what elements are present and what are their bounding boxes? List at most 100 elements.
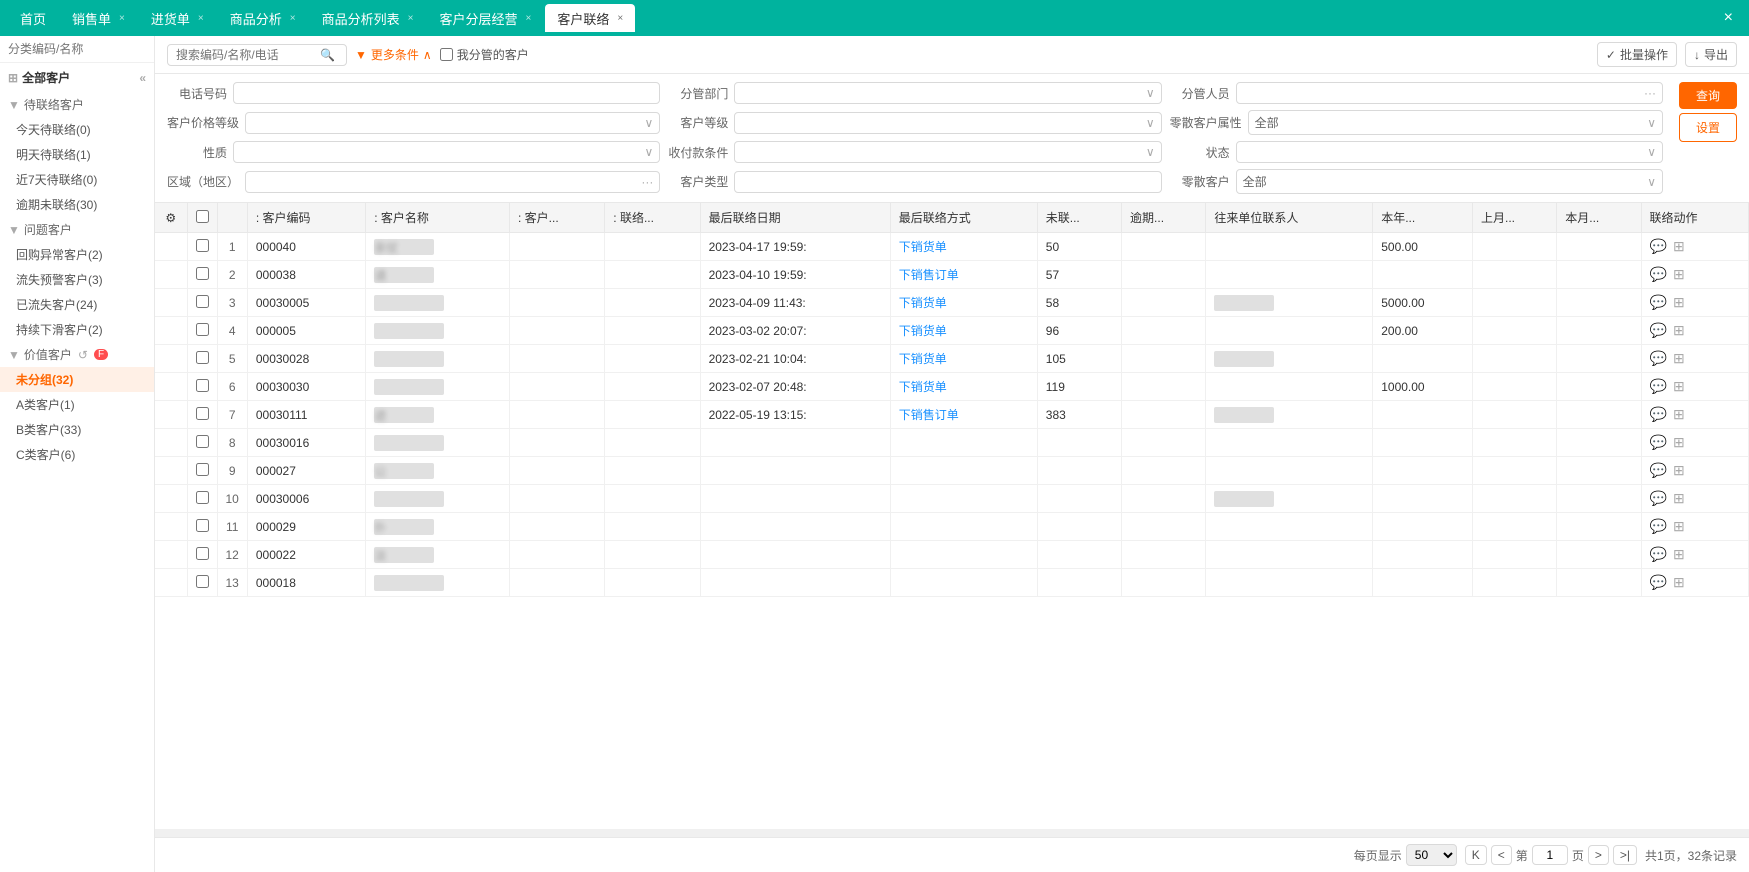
grid-icon[interactable]: ⊞ — [1673, 434, 1685, 451]
nav-tab-首页[interactable]: 首页 — [8, 4, 58, 32]
close-tab-icon[interactable]: × — [119, 13, 125, 24]
sidebar-search-input[interactable] — [8, 42, 155, 56]
grid-icon[interactable]: ⊞ — [1673, 406, 1685, 423]
filter-search-icon[interactable]: 🔍 — [320, 48, 335, 62]
grid-icon[interactable]: ⊞ — [1673, 462, 1685, 479]
nav-tab-客户联络[interactable]: 客户联络 × — [545, 4, 635, 32]
sidebar-pending-item[interactable]: 今天待联络(0) — [0, 117, 154, 142]
filter-search-box[interactable]: 🔍 — [167, 44, 347, 66]
grid-icon[interactable]: ⊞ — [1673, 322, 1685, 339]
nav-tab-销售单[interactable]: 销售单 × — [60, 4, 137, 32]
last-method-link[interactable]: 下销货单 — [899, 324, 947, 338]
prev-page-btn[interactable]: < — [1491, 845, 1512, 865]
payment-select[interactable]: ∨ — [734, 141, 1161, 163]
col-checkbox[interactable] — [187, 203, 217, 233]
grid-icon[interactable]: ⊞ — [1673, 378, 1685, 395]
row-checkbox[interactable] — [196, 379, 209, 392]
chat-icon[interactable]: 💬 — [1650, 518, 1667, 535]
chat-icon[interactable]: 💬 — [1650, 350, 1667, 367]
row-checkbox-cell[interactable] — [187, 233, 217, 261]
chat-icon[interactable]: 💬 — [1650, 490, 1667, 507]
chat-icon[interactable]: 💬 — [1650, 574, 1667, 591]
window-close-btn[interactable]: × — [1716, 9, 1741, 27]
customer-grade-select[interactable]: ∨ — [734, 112, 1161, 134]
nav-tab-客户分层经营[interactable]: 客户分层经营 × — [427, 4, 543, 32]
more-conditions-btn[interactable]: ▼ 更多条件 ∧ — [355, 46, 432, 63]
last-method-link[interactable]: 下销售订单 — [899, 408, 959, 422]
close-tab-icon[interactable]: × — [198, 13, 204, 24]
status-select[interactable]: ∨ — [1236, 141, 1663, 163]
problem-customers-group[interactable]: ▼ 问题客户 — [0, 217, 154, 242]
grid-icon[interactable]: ⊞ — [1673, 518, 1685, 535]
grid-icon[interactable]: ⊞ — [1673, 294, 1685, 311]
chat-icon[interactable]: 💬 — [1650, 238, 1667, 255]
close-tab-icon[interactable]: × — [525, 13, 531, 24]
row-checkbox[interactable] — [196, 519, 209, 532]
last-method-link[interactable]: 下销货单 — [899, 296, 947, 310]
row-checkbox-cell[interactable] — [187, 261, 217, 289]
my-customers-checkbox[interactable]: 我分管的客户 — [440, 46, 529, 63]
chat-icon[interactable]: 💬 — [1650, 546, 1667, 563]
phone-input[interactable] — [233, 82, 660, 104]
row-checkbox[interactable] — [196, 547, 209, 560]
retail-customer-select[interactable]: 全部∨ — [1236, 169, 1663, 194]
retail-attr-select[interactable]: 全部∨ — [1248, 110, 1663, 135]
nav-tab-商品分析[interactable]: 商品分析 × — [218, 4, 308, 32]
chat-icon[interactable]: 💬 — [1650, 406, 1667, 423]
refresh-icon[interactable]: ↺ — [78, 348, 88, 362]
dept-select[interactable]: ∨ — [734, 82, 1161, 104]
sidebar-value-group-item[interactable]: 未分组(32) — [0, 367, 154, 392]
row-checkbox[interactable] — [196, 435, 209, 448]
chat-icon[interactable]: 💬 — [1650, 322, 1667, 339]
first-page-btn[interactable]: K — [1465, 845, 1487, 865]
grid-icon[interactable]: ⊞ — [1673, 490, 1685, 507]
nature-select[interactable]: ∨ — [233, 141, 660, 163]
row-checkbox-cell[interactable] — [187, 569, 217, 597]
row-checkbox-cell[interactable] — [187, 513, 217, 541]
chat-icon[interactable]: 💬 — [1650, 294, 1667, 311]
query-button[interactable]: 查询 — [1679, 82, 1737, 109]
grid-icon[interactable]: ⊞ — [1673, 350, 1685, 367]
chat-icon[interactable]: 💬 — [1650, 266, 1667, 283]
price-grade-select[interactable]: ∨ — [245, 112, 660, 134]
chat-icon[interactable]: 💬 — [1650, 378, 1667, 395]
last-page-btn[interactable]: >| — [1613, 845, 1637, 865]
sidebar-problem-item[interactable]: 流失预警客户(3) — [0, 267, 154, 292]
page-size-select[interactable]: 50 100 200 — [1406, 844, 1457, 866]
grid-icon[interactable]: ⊞ — [1673, 546, 1685, 563]
close-tab-icon[interactable]: × — [290, 13, 296, 24]
grid-icon[interactable]: ⊞ — [1673, 238, 1685, 255]
sidebar-pending-item[interactable]: 明天待联络(1) — [0, 142, 154, 167]
last-method-link[interactable]: 下销货单 — [899, 240, 947, 254]
nav-tab-商品分析列表[interactable]: 商品分析列表 × — [310, 4, 426, 32]
sidebar-value-group-item[interactable]: B类客户(33) — [0, 417, 154, 442]
my-customers-check[interactable] — [440, 48, 453, 61]
sidebar-value-group-item[interactable]: C类客户(6) — [0, 442, 154, 467]
close-tab-icon[interactable]: × — [408, 13, 414, 24]
row-checkbox-cell[interactable] — [187, 289, 217, 317]
grid-icon[interactable]: ⊞ — [1673, 574, 1685, 591]
chat-icon[interactable]: 💬 — [1650, 462, 1667, 479]
person-select[interactable]: ··· — [1236, 82, 1663, 104]
row-checkbox-cell[interactable] — [187, 317, 217, 345]
next-page-btn[interactable]: > — [1588, 845, 1609, 865]
grid-icon[interactable]: ⊞ — [1673, 266, 1685, 283]
value-customers-group[interactable]: ▼ 价值客户 ↺ F — [0, 342, 154, 367]
nav-tab-进货单[interactable]: 进货单 × — [139, 4, 216, 32]
row-checkbox[interactable] — [196, 239, 209, 252]
row-checkbox-cell[interactable] — [187, 457, 217, 485]
last-method-link[interactable]: 下销货单 — [899, 380, 947, 394]
row-checkbox[interactable] — [196, 575, 209, 588]
filter-search-input[interactable] — [176, 48, 316, 62]
col-gear[interactable]: ⚙ — [155, 203, 187, 233]
last-method-link[interactable]: 下销货单 — [899, 352, 947, 366]
select-all-checkbox[interactable] — [196, 210, 209, 223]
reset-button[interactable]: 设置 — [1679, 113, 1737, 142]
row-checkbox-cell[interactable] — [187, 485, 217, 513]
sidebar-value-group-item[interactable]: A类客户(1) — [0, 392, 154, 417]
region-select[interactable]: ··· — [245, 171, 660, 193]
horizontal-scrollbar[interactable] — [155, 829, 1749, 837]
sidebar-problem-item[interactable]: 回购异常客户(2) — [0, 242, 154, 267]
row-checkbox-cell[interactable] — [187, 401, 217, 429]
sidebar-problem-item[interactable]: 已流失客户(24) — [0, 292, 154, 317]
